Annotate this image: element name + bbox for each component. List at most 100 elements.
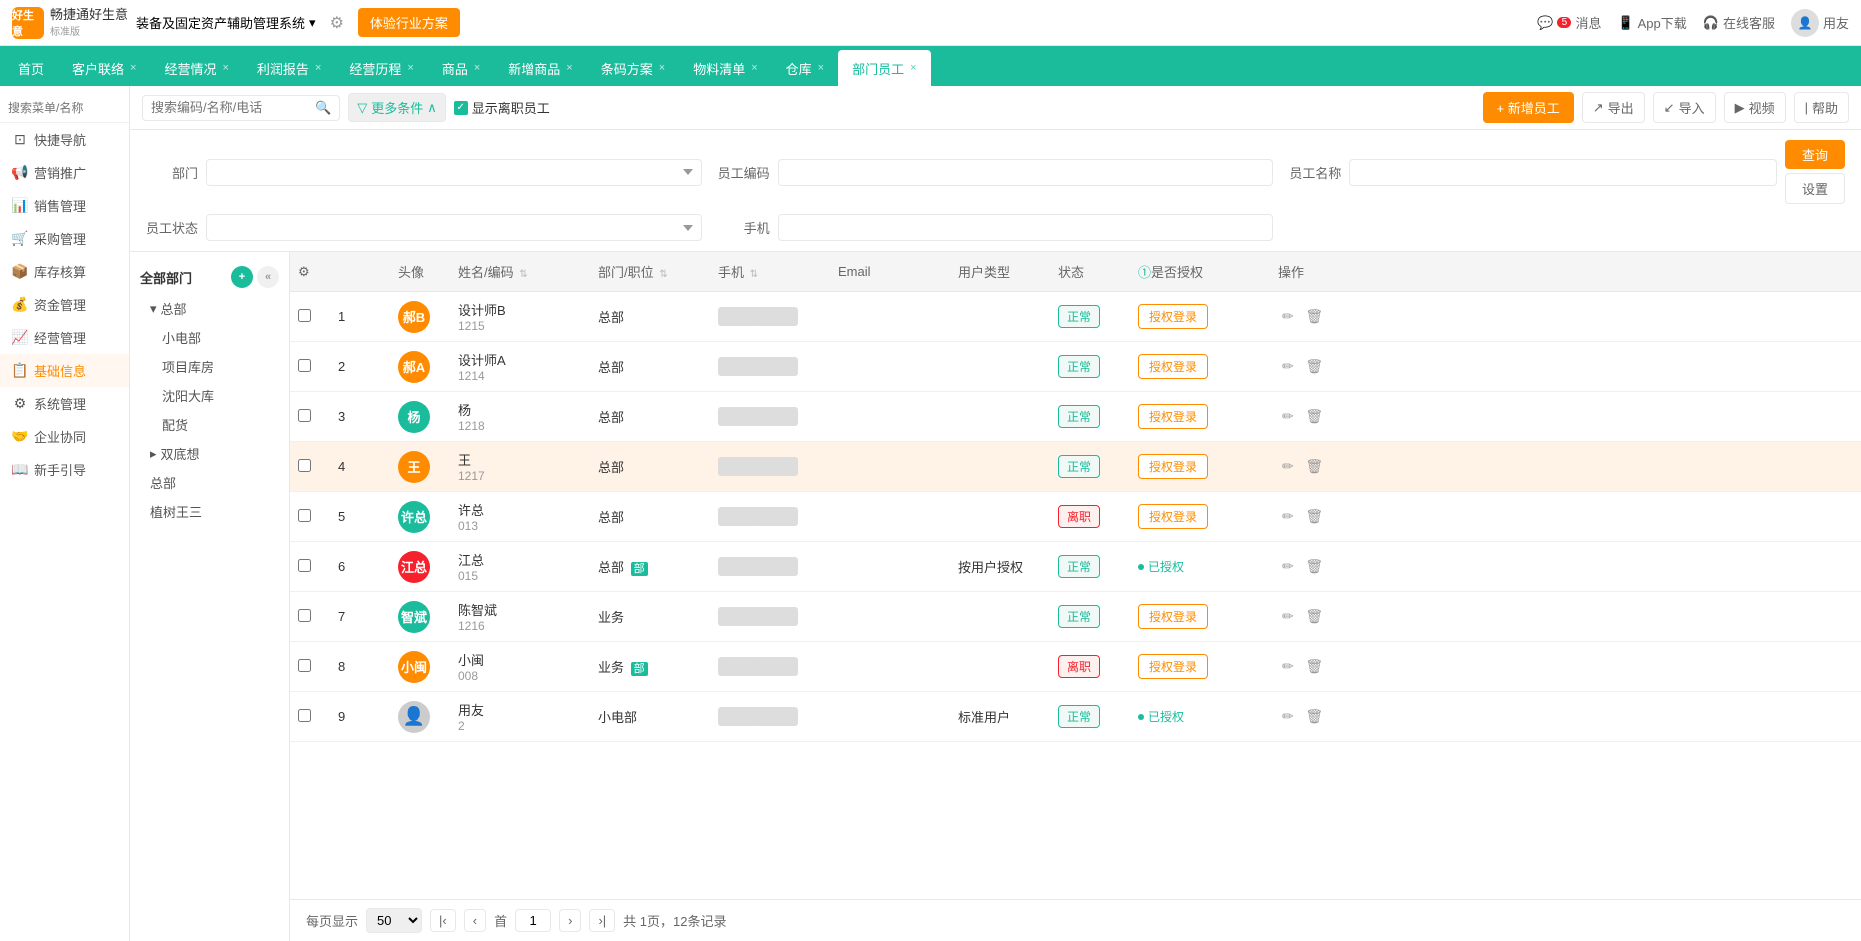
auth-login-button[interactable]: 授权登录 xyxy=(1138,604,1208,629)
row-checkbox[interactable] xyxy=(298,709,311,722)
page-size-select[interactable]: 50 20 100 xyxy=(366,908,422,933)
sidebar-search-area[interactable]: 🔍 xyxy=(0,94,129,123)
sidebar-item-operation[interactable]: 📈 经营管理 xyxy=(0,321,129,354)
row-checkbox[interactable] xyxy=(298,409,311,422)
next-page-btn[interactable]: › xyxy=(559,909,581,932)
row-checkbox[interactable] xyxy=(298,659,311,672)
close-icon[interactable]: × xyxy=(407,62,413,74)
sidebar-item-enterprise[interactable]: 🤝 企业协同 xyxy=(0,420,129,453)
system-title-select[interactable]: 装备及固定资产辅助管理系统 ▾ xyxy=(136,13,316,32)
close-icon[interactable]: × xyxy=(474,62,480,74)
close-icon[interactable]: × xyxy=(222,62,228,74)
last-page-btn[interactable]: ›| xyxy=(589,909,615,932)
tab-newgoods[interactable]: 新增商品 × xyxy=(494,50,586,86)
auth-login-button[interactable]: 授权登录 xyxy=(1138,454,1208,479)
sidebar-item-stock[interactable]: 📦 库存核算 xyxy=(0,255,129,288)
auth-login-button[interactable]: 授权登录 xyxy=(1138,304,1208,329)
tab-warehouse[interactable]: 仓库 × xyxy=(772,50,838,86)
row-checkbox[interactable] xyxy=(298,359,311,372)
edit-button[interactable]: ✏ xyxy=(1278,356,1298,377)
edit-button[interactable]: ✏ xyxy=(1278,306,1298,327)
dept-node-distribution[interactable]: 配货 xyxy=(130,410,289,439)
dept-tree-collapse-btn[interactable]: « xyxy=(257,266,279,288)
set-button[interactable]: 设置 xyxy=(1785,173,1845,204)
edit-button[interactable]: ✏ xyxy=(1278,606,1298,627)
sidebar-item-marketing[interactable]: 📢 营销推广 xyxy=(0,156,129,189)
message-icon-area[interactable]: 💬 5 消息 xyxy=(1537,13,1601,32)
dept-node-small-elec[interactable]: 小电部 xyxy=(130,323,289,352)
auth-login-button[interactable]: 授权登录 xyxy=(1138,504,1208,529)
gear-button[interactable]: ⚙ xyxy=(324,13,350,33)
row-checkbox[interactable] xyxy=(298,309,311,322)
view-button[interactable]: ▶ 视频 xyxy=(1724,92,1786,123)
delete-button[interactable]: 🗑 xyxy=(1301,506,1327,527)
auth-login-button[interactable]: 授权登录 xyxy=(1138,354,1208,379)
show-resigned-checkbox[interactable]: ✓ xyxy=(454,101,468,115)
close-icon[interactable]: × xyxy=(566,62,572,74)
sidebar-item-capital[interactable]: 💰 资金管理 xyxy=(0,288,129,321)
prev-page-btn[interactable]: ‹ xyxy=(464,909,486,932)
search-input[interactable] xyxy=(151,100,311,115)
col-name[interactable]: 姓名/编码 ⇅ xyxy=(450,252,590,292)
auth-login-button[interactable]: 授权登录 xyxy=(1138,654,1208,679)
edit-button[interactable]: ✏ xyxy=(1278,706,1298,727)
col-phone[interactable]: 手机 ⇅ xyxy=(710,252,830,292)
row-checkbox[interactable] xyxy=(298,559,311,572)
dept-tree-add-btn[interactable]: + xyxy=(231,266,253,288)
sidebar-item-quick[interactable]: ⊡ 快捷导航 xyxy=(0,123,129,156)
status-filter-select[interactable] xyxy=(206,214,702,241)
search-box[interactable]: 🔍 xyxy=(142,95,340,121)
tab-dept-employee[interactable]: 部门员工 × xyxy=(838,50,930,86)
export-button[interactable]: ↗ 导出 xyxy=(1582,92,1645,123)
close-icon[interactable]: × xyxy=(751,62,757,74)
sidebar-item-purchase[interactable]: 🛒 采购管理 xyxy=(0,222,129,255)
import-button[interactable]: ↙ 导入 xyxy=(1653,92,1716,123)
dept-node-project[interactable]: 项目库房 xyxy=(130,352,289,381)
delete-button[interactable]: 🗑 xyxy=(1301,706,1327,727)
close-icon[interactable]: × xyxy=(910,62,916,74)
sidebar-search-input[interactable] xyxy=(8,101,130,115)
edit-button[interactable]: ✏ xyxy=(1278,406,1298,427)
edit-button[interactable]: ✏ xyxy=(1278,506,1298,527)
delete-button[interactable]: 🗑 xyxy=(1301,456,1327,477)
user-area[interactable]: 👤 用友 xyxy=(1791,9,1849,37)
more-button[interactable]: | 帮助 xyxy=(1794,92,1849,123)
auth-login-button[interactable]: 授权登录 xyxy=(1138,404,1208,429)
show-resigned-area[interactable]: ✓ 显示离职员工 xyxy=(454,98,550,117)
tab-profit[interactable]: 利润报告 × xyxy=(243,50,335,86)
first-page-btn[interactable]: |‹ xyxy=(430,909,456,932)
dept-node-plant[interactable]: 植树王三 xyxy=(130,497,289,526)
dept-filter-select[interactable] xyxy=(206,159,702,186)
dept-node-general[interactable]: ▾ 总部 xyxy=(130,294,289,323)
add-employee-button[interactable]: + 新增员工 xyxy=(1483,92,1574,123)
edit-button[interactable]: ✏ xyxy=(1278,456,1298,477)
name-filter-input[interactable] xyxy=(1349,159,1777,186)
sidebar-item-system[interactable]: ⚙ 系统管理 xyxy=(0,387,129,420)
sidebar-item-sales[interactable]: 📊 销售管理 xyxy=(0,189,129,222)
dept-node-double-dream[interactable]: ▸ 双底想 xyxy=(130,439,289,468)
trial-button[interactable]: 体验行业方案 xyxy=(358,8,460,37)
row-checkbox[interactable] xyxy=(298,509,311,522)
edit-button[interactable]: ✏ xyxy=(1278,556,1298,577)
close-icon[interactable]: × xyxy=(818,62,824,74)
online-service-area[interactable]: 🎧 在线客服 xyxy=(1703,13,1775,32)
dept-node-general2[interactable]: 总部 xyxy=(130,468,289,497)
sidebar-item-guide[interactable]: 📖 新手引导 xyxy=(0,453,129,486)
tab-barcode[interactable]: 条码方案 × xyxy=(587,50,679,86)
dept-node-shenyang[interactable]: 沈阳大库 xyxy=(130,381,289,410)
sidebar-item-basic[interactable]: 📋 基础信息 xyxy=(0,354,129,387)
close-icon[interactable]: × xyxy=(130,62,136,74)
delete-button[interactable]: 🗑 xyxy=(1301,556,1327,577)
close-icon[interactable]: × xyxy=(315,62,321,74)
code-filter-input[interactable] xyxy=(778,159,1274,186)
delete-button[interactable]: 🗑 xyxy=(1301,356,1327,377)
tab-operation[interactable]: 经营情况 × xyxy=(150,50,242,86)
col-setting[interactable]: ⚙ xyxy=(290,252,330,292)
more-conditions-btn[interactable]: ▽ 更多条件 ∧ xyxy=(348,93,446,122)
delete-button[interactable]: 🗑 xyxy=(1301,406,1327,427)
tab-goods[interactable]: 商品 × xyxy=(428,50,494,86)
phone-filter-input[interactable] xyxy=(778,214,1274,241)
page-number-input[interactable] xyxy=(515,909,551,932)
delete-button[interactable]: 🗑 xyxy=(1301,656,1327,677)
tab-material[interactable]: 物料清单 × xyxy=(679,50,771,86)
